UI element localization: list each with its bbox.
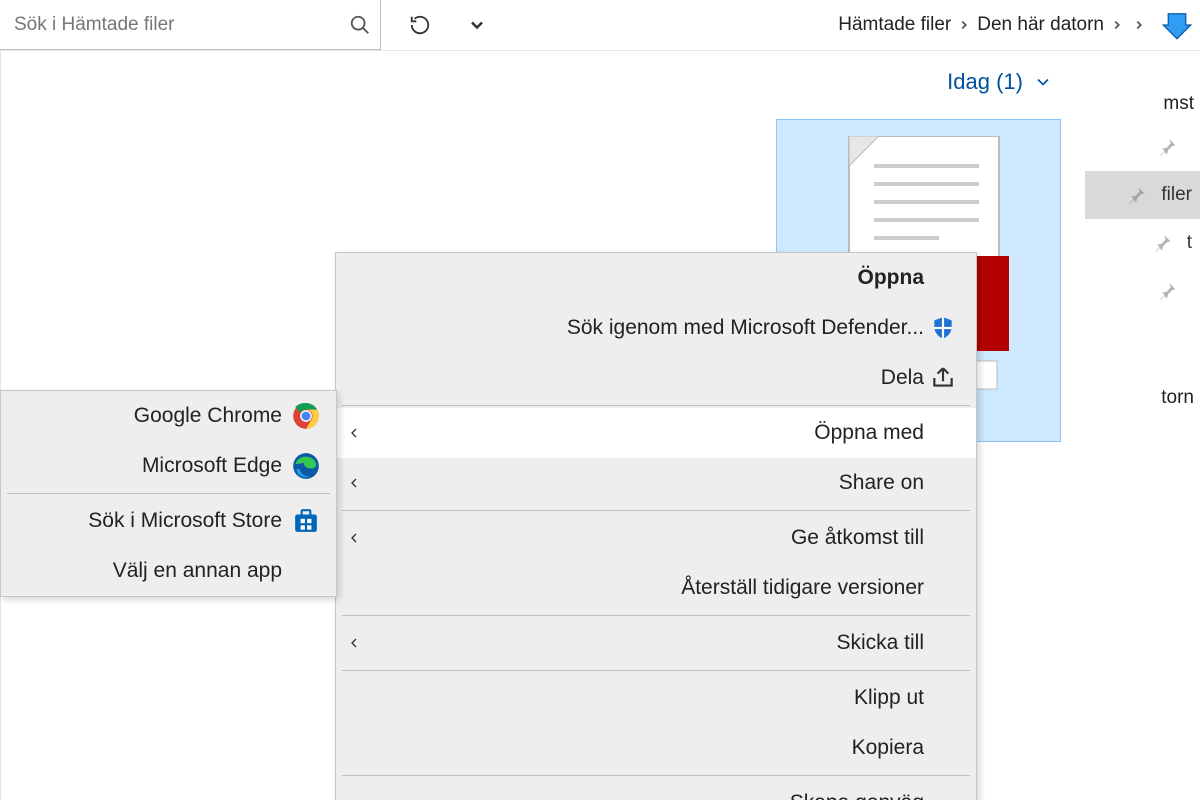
ctx-copy[interactable]: Kopiera: [336, 723, 976, 773]
share-icon: [924, 365, 962, 391]
ctx-give-access[interactable]: Ge åtkomst till: [336, 513, 976, 563]
ctx-label: Klipp ut: [380, 686, 924, 710]
ctx-cut[interactable]: Klipp ut: [336, 673, 976, 723]
separator: [342, 510, 970, 511]
submenu-arrow-icon: [346, 530, 380, 546]
ctx-label: Skicka till: [380, 631, 924, 655]
group-header[interactable]: Idag (1): [25, 69, 1061, 95]
submenu-arrow-icon: [346, 475, 380, 491]
ctx-label: Ge åtkomst till: [380, 526, 924, 550]
submenu-choose-app[interactable]: Välj en annan app: [1, 546, 336, 596]
ctx-open[interactable]: Öppna: [336, 253, 976, 303]
ctx-label: Återställ tidigare versioner: [380, 576, 924, 600]
ctx-create-shortcut[interactable]: Skapa genväg: [336, 778, 976, 800]
ctx-send-to[interactable]: Skicka till: [336, 618, 976, 668]
chevron-right-icon: [1108, 18, 1126, 32]
submenu-arrow-icon: [346, 425, 380, 441]
edge-icon: [286, 452, 326, 480]
ctx-share-on[interactable]: Share on: [336, 458, 976, 508]
chevron-right-icon: [1130, 18, 1148, 32]
sidebar-item-downloads[interactable]: filer: [1085, 171, 1200, 219]
ctx-label: Kopiera: [380, 736, 924, 760]
submenu-label: Sök i Microsoft Store: [7, 509, 286, 533]
sidebar-item[interactable]: t: [1085, 219, 1200, 267]
sidebar-item[interactable]: [1085, 267, 1200, 315]
breadcrumb-item[interactable]: Hämtade filer: [838, 14, 951, 36]
open-with-submenu: Google Chrome Microsoft Edge Sök i Micro…: [0, 390, 337, 597]
ctx-label: Öppna: [380, 266, 924, 290]
sidebar-item[interactable]: [1085, 123, 1200, 171]
search-box[interactable]: Sök i Hämtade filer: [0, 0, 381, 50]
search-placeholder: Sök i Hämtade filer: [0, 14, 340, 36]
separator: [342, 775, 970, 776]
refresh-button[interactable]: [391, 0, 448, 50]
sidebar-heading: torn: [1085, 375, 1200, 417]
ctx-share[interactable]: Dela: [336, 353, 976, 403]
chevron-right-icon: [955, 18, 973, 32]
sidebar-item-label: t: [1187, 232, 1192, 254]
separator: [342, 405, 970, 406]
defender-icon: [924, 315, 962, 341]
pin-icon: [1127, 185, 1147, 205]
ctx-restore-versions[interactable]: Återställ tidigare versioner: [336, 563, 976, 613]
separator: [7, 493, 330, 494]
ctx-open-with[interactable]: Öppna med: [336, 408, 976, 458]
toolbar: Sök i Hämtade filer Hämtade filer Den hä…: [0, 0, 1200, 51]
chevron-down-icon: [1033, 72, 1053, 92]
breadcrumb-item[interactable]: Den här datorn: [977, 14, 1104, 36]
nav-sidebar: mst filer t torn: [1085, 51, 1200, 800]
submenu-label: Välj en annan app: [7, 559, 286, 583]
ctx-label: Share on: [380, 471, 924, 495]
ctx-scan-defender[interactable]: Sök igenom med Microsoft Defender...: [336, 303, 976, 353]
submenu-label: Google Chrome: [7, 404, 286, 428]
ctx-label: Sök igenom med Microsoft Defender...: [380, 316, 924, 340]
submenu-arrow-icon: [346, 635, 380, 651]
pin-icon: [1153, 233, 1173, 253]
sidebar-item-label: filer: [1161, 184, 1192, 206]
history-dropdown[interactable]: [448, 0, 505, 50]
context-menu: Öppna Sök igenom med Microsoft Defender.…: [335, 252, 977, 800]
ctx-label: Dela: [380, 366, 924, 390]
store-icon: [286, 508, 326, 534]
submenu-chrome[interactable]: Google Chrome: [1, 391, 336, 441]
submenu-edge[interactable]: Microsoft Edge: [1, 441, 336, 491]
downloads-icon: [1162, 10, 1192, 40]
sidebar-heading: mst: [1085, 81, 1200, 123]
ctx-label: Skapa genväg: [380, 791, 924, 800]
ctx-label: Öppna med: [380, 421, 924, 445]
breadcrumb: Hämtade filer Den här datorn: [513, 10, 1192, 40]
pin-icon: [1158, 137, 1178, 157]
address-bar[interactable]: Hämtade filer Den här datorn: [505, 0, 1200, 50]
chrome-icon: [286, 402, 326, 430]
submenu-store[interactable]: Sök i Microsoft Store: [1, 496, 336, 546]
separator: [342, 670, 970, 671]
separator: [342, 615, 970, 616]
submenu-label: Microsoft Edge: [7, 454, 286, 478]
search-icon: [340, 14, 380, 36]
group-label: Idag (1): [947, 69, 1023, 95]
pin-icon: [1158, 281, 1178, 301]
